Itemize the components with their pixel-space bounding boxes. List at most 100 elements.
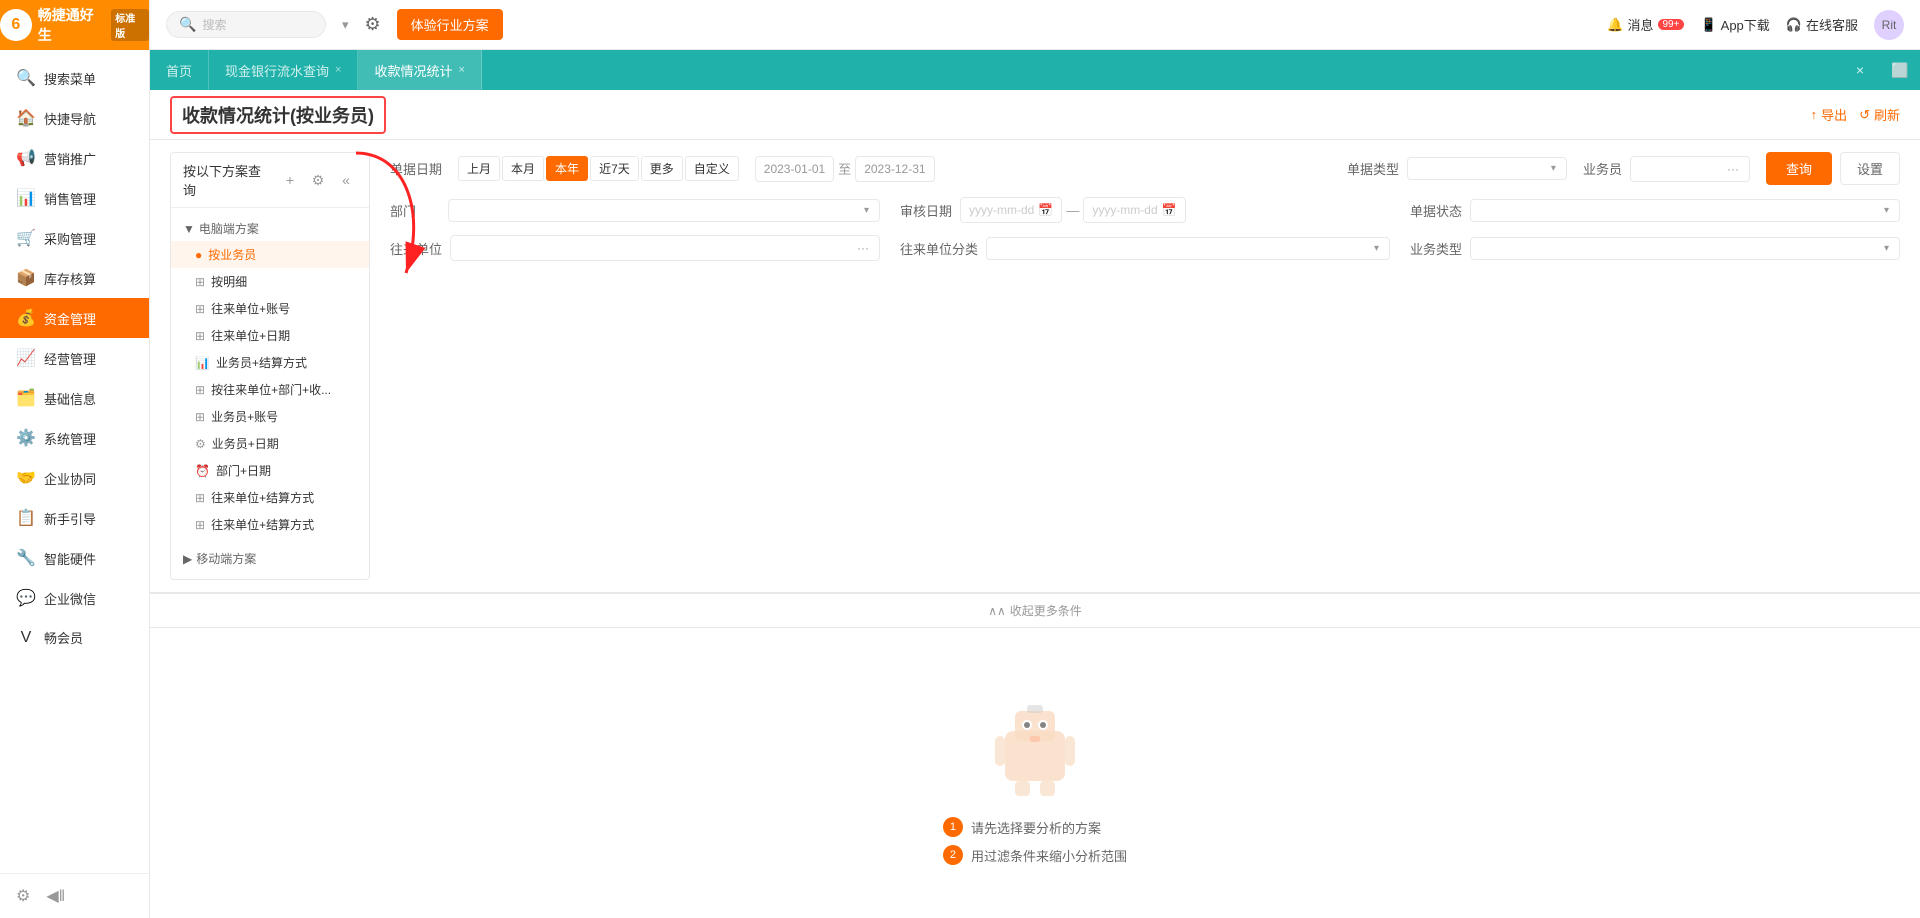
add-scheme-btn[interactable]: +: [279, 169, 301, 191]
scheme-group-desktop-label[interactable]: ▼ 电脑端方案: [171, 216, 369, 241]
maximize-window-btn[interactable]: ⬜: [1880, 50, 1920, 90]
scheme-item-unit-settlement3[interactable]: ⊞ 往来单位+结算方式: [171, 511, 369, 538]
scheme-item-by-detail[interactable]: ⊞ 按明细: [171, 268, 369, 295]
salesperson-more-btn[interactable]: ···: [1727, 162, 1739, 176]
topbar-settings-icon[interactable]: ⚙: [365, 14, 381, 35]
dept-input[interactable]: ▾: [448, 199, 880, 222]
filter-panel: 按以下方案查询 + ⚙ « ▼ 电脑端方案 ●: [150, 140, 1920, 593]
app-download-btn[interactable]: 📱 App下载: [1700, 15, 1769, 34]
item-icon: ⊞: [195, 275, 205, 289]
date-btn-custom[interactable]: 自定义: [685, 156, 739, 181]
scheme-item-unit-dept-collection[interactable]: ⊞ 按往来单位+部门+收...: [171, 376, 369, 403]
sidebar-item-label: 快捷导航: [44, 109, 96, 128]
sidebar-item-iot[interactable]: 🔧 智能硬件: [0, 538, 149, 578]
review-date-start-input[interactable]: yyyy-mm-dd 📅: [960, 197, 1062, 223]
scheme-group-mobile: ▶ 移动端方案: [171, 542, 369, 575]
sidebar-item-finance[interactable]: 💰 资金管理: [0, 298, 149, 338]
logo-text: 畅捷通好生: [38, 5, 107, 45]
sidebar-item-inventory[interactable]: 📦 库存核算: [0, 258, 149, 298]
sidebar-item-guide[interactable]: 📋 新手引导: [0, 498, 149, 538]
topbar-search[interactable]: 🔍 搜索: [166, 11, 326, 38]
date-btn-more[interactable]: 更多: [641, 156, 683, 181]
refresh-btn[interactable]: ↺ 刷新: [1859, 105, 1900, 124]
iot-icon: 🔧: [16, 548, 36, 568]
notification-btn[interactable]: 🔔 消息 99+: [1607, 15, 1684, 34]
empty-illustration: [975, 681, 1095, 801]
query-btn[interactable]: 查询: [1766, 152, 1832, 185]
tab-collection-stats[interactable]: 收款情况统计 ×: [358, 50, 481, 90]
sidebar-item-marketing[interactable]: 📢 营销推广: [0, 138, 149, 178]
date-btn-last-month[interactable]: 上月: [458, 156, 500, 181]
review-date-end-input[interactable]: yyyy-mm-dd 📅: [1083, 197, 1185, 223]
headset-icon: 🎧: [1786, 17, 1802, 33]
counterpart-input[interactable]: ···: [450, 235, 880, 261]
scheme-item-label: 按业务员: [208, 246, 256, 263]
scheme-item-unit-account[interactable]: ⊞ 往来单位+账号: [171, 295, 369, 322]
dropdown-arrow-icon: ▾: [1551, 163, 1556, 174]
scheme-item-salesperson-settlement[interactable]: 📊 业务员+结算方式: [171, 349, 369, 376]
settings-footer-btn[interactable]: ⚙: [16, 886, 30, 906]
sidebar-item-label: 智能硬件: [44, 549, 96, 568]
item-icon: ⏰: [195, 464, 210, 478]
voucher-status-label: 单据状态: [1410, 201, 1462, 220]
voucher-status-input[interactable]: ▾: [1470, 199, 1900, 222]
trial-btn[interactable]: 体验行业方案: [397, 9, 503, 40]
voucher-type-input[interactable]: ▾: [1407, 157, 1567, 180]
business-type-filter: 业务类型 ▾: [1410, 237, 1900, 260]
online-service-btn[interactable]: 🎧 在线客服: [1786, 15, 1858, 34]
counterpart-more-btn[interactable]: ···: [857, 241, 869, 255]
sidebar-item-enterprise[interactable]: 🤝 企业协同: [0, 458, 149, 498]
tab-collection-stats-close[interactable]: ×: [458, 64, 464, 76]
business-type-input[interactable]: ▾: [1470, 237, 1900, 260]
scheme-group-mobile-label[interactable]: ▶ 移动端方案: [171, 546, 369, 571]
sidebar-item-purchase[interactable]: 🛒 采购管理: [0, 218, 149, 258]
sidebar-item-label: 企业协同: [44, 469, 96, 488]
counterpart-category-input[interactable]: ▾: [986, 237, 1390, 260]
close-window-btn[interactable]: ×: [1840, 50, 1880, 90]
scheme-item-label: 按往来单位+部门+收...: [211, 381, 331, 398]
scheme-item-unit-date[interactable]: ⊞ 往来单位+日期: [171, 322, 369, 349]
sidebar-item-quick-nav[interactable]: 🏠 快捷导航: [0, 98, 149, 138]
scheme-panel: 按以下方案查询 + ⚙ « ▼ 电脑端方案 ●: [170, 152, 370, 580]
sidebar-item-basic[interactable]: 🗂️ 基础信息: [0, 378, 149, 418]
sidebar-item-label: 畅会员: [44, 628, 83, 647]
date-start-input[interactable]: 2023-01-01: [755, 156, 834, 182]
sidebar-item-label: 资金管理: [44, 309, 96, 328]
window-btns: × ⬜: [1840, 50, 1920, 90]
date-btn-this-year[interactable]: 本年: [546, 156, 588, 181]
user-avatar[interactable]: Rit: [1874, 10, 1904, 40]
collapse-bar[interactable]: ∧∧ 收起更多条件: [150, 593, 1920, 628]
item-icon: ⊞: [195, 302, 205, 316]
scheme-item-salesperson-account[interactable]: ⊞ 业务员+账号: [171, 403, 369, 430]
filter-settings-btn[interactable]: 设置: [1840, 152, 1900, 185]
scheme-item-unit-settlement2[interactable]: ⊞ 往来单位+结算方式: [171, 484, 369, 511]
sidebar-item-label: 营销推广: [44, 149, 96, 168]
calendar-end-icon: 📅: [1162, 203, 1177, 217]
tab-bank-flow[interactable]: 现金银行流水查询 ×: [209, 50, 358, 90]
tab-home[interactable]: 首页: [150, 50, 209, 90]
sidebar-item-system[interactable]: ⚙️ 系统管理: [0, 418, 149, 458]
tab-bank-flow-close[interactable]: ×: [335, 64, 341, 76]
scheme-item-dept-date[interactable]: ⏰ 部门+日期: [171, 457, 369, 484]
sidebar-item-label: 企业微信: [44, 589, 96, 608]
collapse-scheme-btn[interactable]: «: [335, 169, 357, 191]
date-btn-this-month[interactable]: 本月: [502, 156, 544, 181]
settings-scheme-btn[interactable]: ⚙: [307, 169, 329, 191]
scheme-item-salesperson-date[interactable]: ⚙ 业务员+日期: [171, 430, 369, 457]
date-btn-7days[interactable]: 近7天: [590, 156, 639, 181]
sidebar-item-operation[interactable]: 📈 经营管理: [0, 338, 149, 378]
sidebar-item-wechat[interactable]: 💬 企业微信: [0, 578, 149, 618]
counterpart-filter: 往来单位 ···: [390, 235, 880, 261]
sidebar-item-member[interactable]: V 畅会员: [0, 618, 149, 657]
export-btn[interactable]: ↑ 导出: [1811, 105, 1848, 124]
salesperson-input[interactable]: ···: [1630, 156, 1750, 182]
review-date-end-value: yyyy-mm-dd: [1092, 203, 1157, 217]
date-quick-btns: 上月 本月 本年 近7天 更多 自定义: [458, 156, 739, 181]
topbar-dropdown-btn[interactable]: ▾: [342, 17, 349, 33]
scheme-item-by-salesperson[interactable]: ● 按业务员: [171, 241, 369, 268]
edition-badge: 标准版: [111, 9, 149, 41]
sidebar-item-sales[interactable]: 📊 销售管理: [0, 178, 149, 218]
sidebar-item-search[interactable]: 🔍 搜索菜单: [0, 58, 149, 98]
collapse-footer-btn[interactable]: ◀‖: [46, 886, 65, 906]
date-end-input[interactable]: 2023-12-31: [855, 156, 934, 182]
